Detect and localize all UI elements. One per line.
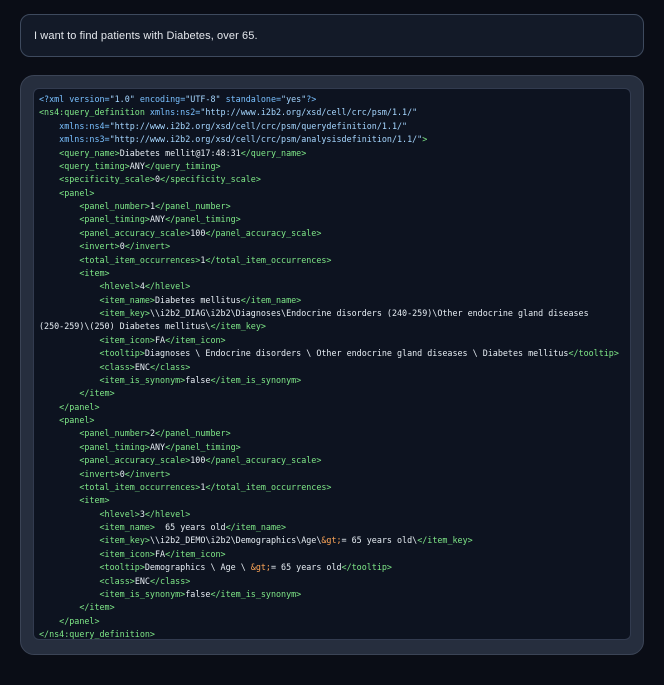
code-line: <tooltip>Demographics \ Age \ &gt;= 65 y… [39, 561, 624, 574]
user-prompt-text: I want to find patients with Diabetes, o… [34, 30, 258, 42]
code-line: </panel> [39, 615, 624, 628]
code-block: <?xml version="1.0" encoding="UTF-8" sta… [33, 88, 631, 640]
code-line: <panel> [39, 187, 624, 200]
code-line: <query_timing>ANY</query_timing> [39, 160, 624, 173]
code-line: <item_key>\\i2b2_DIAG\i2b2\Diagnoses\End… [39, 307, 624, 320]
code-line: <item> [39, 494, 624, 507]
code-line: <?xml version="1.0" encoding="UTF-8" sta… [39, 93, 624, 106]
code-line: <total_item_occurrences>1</total_item_oc… [39, 254, 624, 267]
code-line: <class>ENC</class> [39, 361, 624, 374]
code-line: <item_icon>FA</item_icon> [39, 334, 624, 347]
code-line: (250-259)\(250) Diabetes mellitus\</item… [39, 320, 624, 333]
code-line: </item> [39, 601, 624, 614]
code-line: </item> [39, 387, 624, 400]
code-line: <ns4:query_definition xmlns:ns2="http://… [39, 106, 624, 119]
code-line: <item_is_synonym>false</item_is_synonym> [39, 588, 624, 601]
code-line: xmlns:ns4="http://www.i2b2.org/xsd/cell/… [39, 120, 624, 133]
code-line: <tooltip>Diagnoses \ Endocrine disorders… [39, 347, 624, 360]
code-line: <hlevel>4</hlevel> [39, 280, 624, 293]
code-line: <item_name> 65 years old</item_name> [39, 521, 624, 534]
code-line: <query_name>Diabetes mellit@17:48:31</qu… [39, 147, 624, 160]
code-line: <panel_timing>ANY</panel_timing> [39, 441, 624, 454]
code-line: <invert>0</invert> [39, 240, 624, 253]
code-line: xmlns:ns3="http://www.i2b2.org/xsd/cell/… [39, 133, 624, 146]
code-line: <item_icon>FA</item_icon> [39, 548, 624, 561]
code-line: <hlevel>3</hlevel> [39, 508, 624, 521]
code-line: </ns4:query_definition> [39, 628, 624, 640]
code-line: <specificity_scale>0</specificity_scale> [39, 173, 624, 186]
code-line: <panel_timing>ANY</panel_timing> [39, 213, 624, 226]
code-line: <item_name>Diabetes mellitus</item_name> [39, 294, 624, 307]
code-line: <item_is_synonym>false</item_is_synonym> [39, 374, 624, 387]
code-line: <panel_accuracy_scale>100</panel_accurac… [39, 454, 624, 467]
code-line: <item_key>\\i2b2_DEMO\i2b2\Demographics\… [39, 534, 624, 547]
code-line: <invert>0</invert> [39, 468, 624, 481]
xml-response-card: <?xml version="1.0" encoding="UTF-8" sta… [20, 75, 644, 655]
code-line: </panel> [39, 401, 624, 414]
code-line: <panel> [39, 414, 624, 427]
code-line: <item> [39, 267, 624, 280]
code-line: <total_item_occurrences>1</total_item_oc… [39, 481, 624, 494]
code-line: <panel_number>2</panel_number> [39, 427, 624, 440]
code-line: <panel_number>1</panel_number> [39, 200, 624, 213]
code-line: <panel_accuracy_scale>100</panel_accurac… [39, 227, 624, 240]
user-prompt-card: I want to find patients with Diabetes, o… [20, 14, 644, 57]
code-line: <class>ENC</class> [39, 575, 624, 588]
